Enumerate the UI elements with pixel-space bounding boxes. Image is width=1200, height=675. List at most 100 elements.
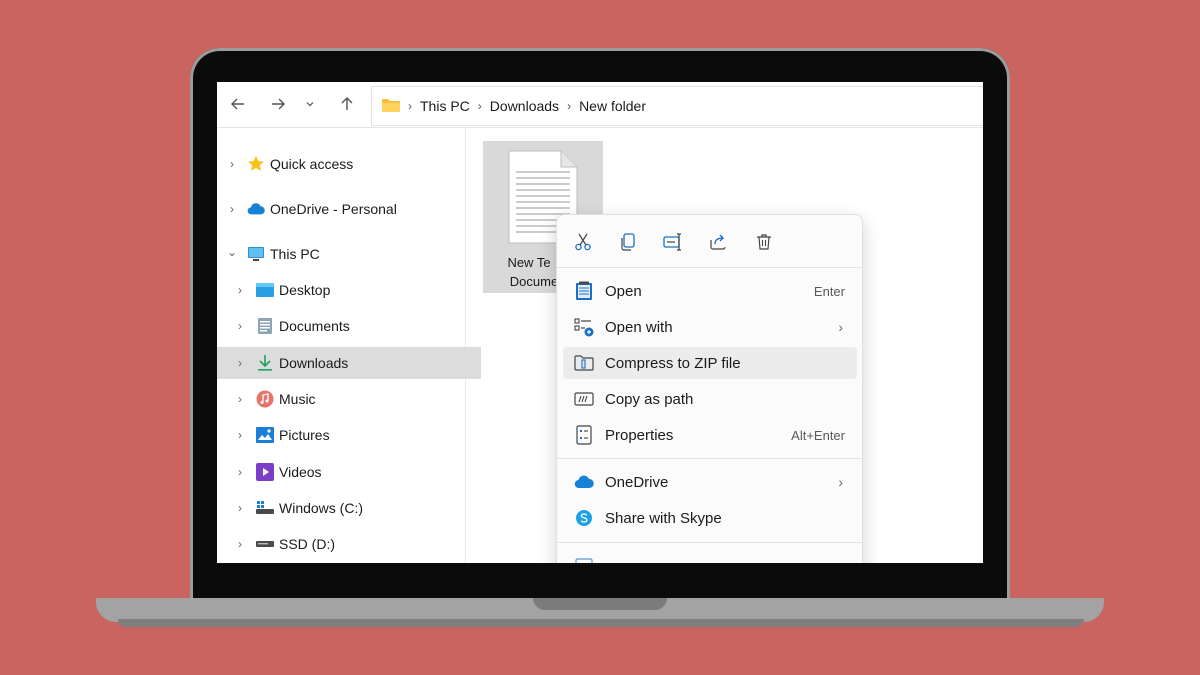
- breadcrumb-separator: ›: [408, 99, 412, 113]
- videos-icon: [256, 463, 274, 481]
- share-button[interactable]: [705, 229, 731, 255]
- menu-item-label: OneDrive: [605, 473, 669, 491]
- menu-item-onedrive[interactable]: OneDrive ›: [563, 466, 857, 498]
- sidebar-item-quick-access[interactable]: › Quick access: [217, 148, 473, 180]
- menu-item-open-with[interactable]: Open with ›: [563, 311, 857, 343]
- sidebar-item-label: This PC: [270, 246, 320, 262]
- chevron-right-icon[interactable]: ›: [235, 537, 245, 551]
- chevron-right-icon[interactable]: ›: [235, 465, 245, 479]
- address-bar[interactable]: › This PC › Downloads › New folder: [371, 86, 983, 126]
- context-menu-quick-actions: [557, 215, 862, 268]
- onedrive-icon: [573, 471, 595, 493]
- chevron-right-icon[interactable]: ›: [235, 428, 245, 442]
- menu-item-label: Properties: [605, 426, 674, 444]
- chevron-right-icon[interactable]: ›: [235, 319, 245, 333]
- pictures-icon: [256, 426, 274, 444]
- sidebar-item-documents[interactable]: › Documents: [217, 310, 481, 342]
- chevron-down-icon: [306, 102, 314, 107]
- menu-shortcut: Enter: [813, 283, 845, 299]
- chevron-right-icon[interactable]: ›: [235, 356, 245, 370]
- arrow-up-icon: [341, 97, 353, 110]
- cut-button[interactable]: [570, 229, 596, 255]
- star-icon: [247, 155, 265, 173]
- menu-item-open[interactable]: Open Enter: [563, 275, 857, 307]
- arrow-left-icon: [231, 98, 244, 110]
- navigation-pane: › Quick access › OneDrive - Personal ⌄ T…: [217, 128, 481, 563]
- breadcrumb-separator: ›: [477, 99, 482, 113]
- chevron-right-icon[interactable]: ›: [235, 392, 245, 406]
- menu-shortcut: Alt+Enter: [791, 427, 845, 443]
- sidebar-item-label: Desktop: [279, 282, 331, 298]
- chevron-right-icon[interactable]: ›: [227, 157, 237, 171]
- sidebar-item-label: SSD (D:): [279, 536, 335, 552]
- drive-c-icon: [256, 499, 274, 517]
- sidebar-item-label: OneDrive - Personal: [270, 201, 397, 217]
- explorer-window: › This PC › Downloads › New folder › Qui…: [217, 82, 983, 563]
- breadcrumb-new-folder[interactable]: New folder: [579, 98, 646, 114]
- delete-icon: [757, 234, 771, 250]
- chevron-right-icon: ›: [838, 474, 843, 490]
- sidebar-item-downloads[interactable]: › Downloads: [217, 347, 481, 379]
- up-button[interactable]: [334, 91, 360, 117]
- breadcrumb-separator: ›: [567, 99, 572, 113]
- documents-icon: [256, 317, 274, 335]
- music-icon: [256, 390, 274, 408]
- menu-item-properties[interactable]: Properties Alt+Enter: [563, 419, 857, 451]
- sidebar-item-label: Downloads: [279, 355, 349, 371]
- breadcrumb-downloads[interactable]: Downloads: [490, 98, 559, 114]
- menu-item-label: Open with: [605, 318, 673, 336]
- menu-item-label: Open: [605, 282, 642, 300]
- open-with-icon: [573, 316, 595, 338]
- back-button[interactable]: [225, 91, 251, 117]
- sidebar-item-windows-c[interactable]: › Windows (C:): [217, 492, 481, 524]
- menu-divider: [557, 458, 862, 459]
- menu-item-compress-zip[interactable]: Compress to ZIP file: [563, 347, 857, 379]
- copy-icon: [621, 233, 635, 251]
- sidebar-item-videos[interactable]: › Videos: [217, 456, 481, 488]
- zip-icon: [573, 352, 595, 374]
- properties-icon: [573, 424, 595, 446]
- recent-locations-button[interactable]: [300, 91, 320, 117]
- chevron-down-icon[interactable]: ⌄: [227, 245, 237, 259]
- laptop-notch: [533, 598, 667, 610]
- delete-button[interactable]: [751, 229, 777, 255]
- notepad-icon: [573, 280, 595, 302]
- sidebar-item-music[interactable]: › Music: [217, 383, 481, 415]
- cloud-icon: [247, 200, 265, 218]
- sidebar-item-onedrive[interactable]: › OneDrive - Personal: [217, 193, 473, 225]
- sidebar-item-label: Videos: [279, 464, 322, 480]
- desktop-icon: [256, 281, 274, 299]
- chevron-right-icon[interactable]: ›: [235, 501, 245, 515]
- more-options-icon: [573, 555, 595, 563]
- cut-icon: [575, 233, 591, 251]
- chevron-right-icon[interactable]: ›: [235, 283, 245, 297]
- sidebar-item-pictures[interactable]: › Pictures: [217, 419, 481, 451]
- folder-icon: [382, 98, 400, 115]
- sidebar-item-label: Pictures: [279, 427, 330, 443]
- menu-item-show-more-options[interactable]: [563, 550, 857, 563]
- sidebar-item-label: Windows (C:): [279, 500, 364, 516]
- menu-item-label: Compress to ZIP file: [605, 354, 741, 372]
- sidebar-item-this-pc[interactable]: ⌄ This PC: [217, 238, 473, 270]
- share-icon: [710, 234, 726, 250]
- laptop-base-shadow: [118, 619, 1084, 627]
- chevron-right-icon: ›: [838, 319, 843, 335]
- copy-button[interactable]: [615, 229, 641, 255]
- toolbar: › This PC › Downloads › New folder: [217, 82, 983, 128]
- menu-item-copy-as-path[interactable]: Copy as path: [563, 383, 857, 415]
- rename-button[interactable]: [660, 229, 686, 255]
- breadcrumb-this-pc[interactable]: This PC: [420, 98, 470, 114]
- download-icon: [256, 354, 274, 372]
- skype-icon: [573, 507, 595, 529]
- monitor-icon: [247, 245, 265, 263]
- arrow-right-icon: [272, 98, 285, 110]
- sidebar-item-label: Documents: [279, 318, 350, 334]
- sidebar-item-ssd-d[interactable]: › SSD (D:): [217, 528, 481, 560]
- sidebar-item-label: Music: [279, 391, 316, 407]
- menu-item-share-skype[interactable]: Share with Skype: [563, 502, 857, 534]
- sidebar-item-label: Quick access: [270, 156, 354, 172]
- chevron-right-icon[interactable]: ›: [227, 202, 237, 216]
- menu-item-label: Share with Skype: [605, 509, 722, 527]
- sidebar-item-desktop[interactable]: › Desktop: [217, 274, 481, 306]
- forward-button[interactable]: [265, 91, 291, 117]
